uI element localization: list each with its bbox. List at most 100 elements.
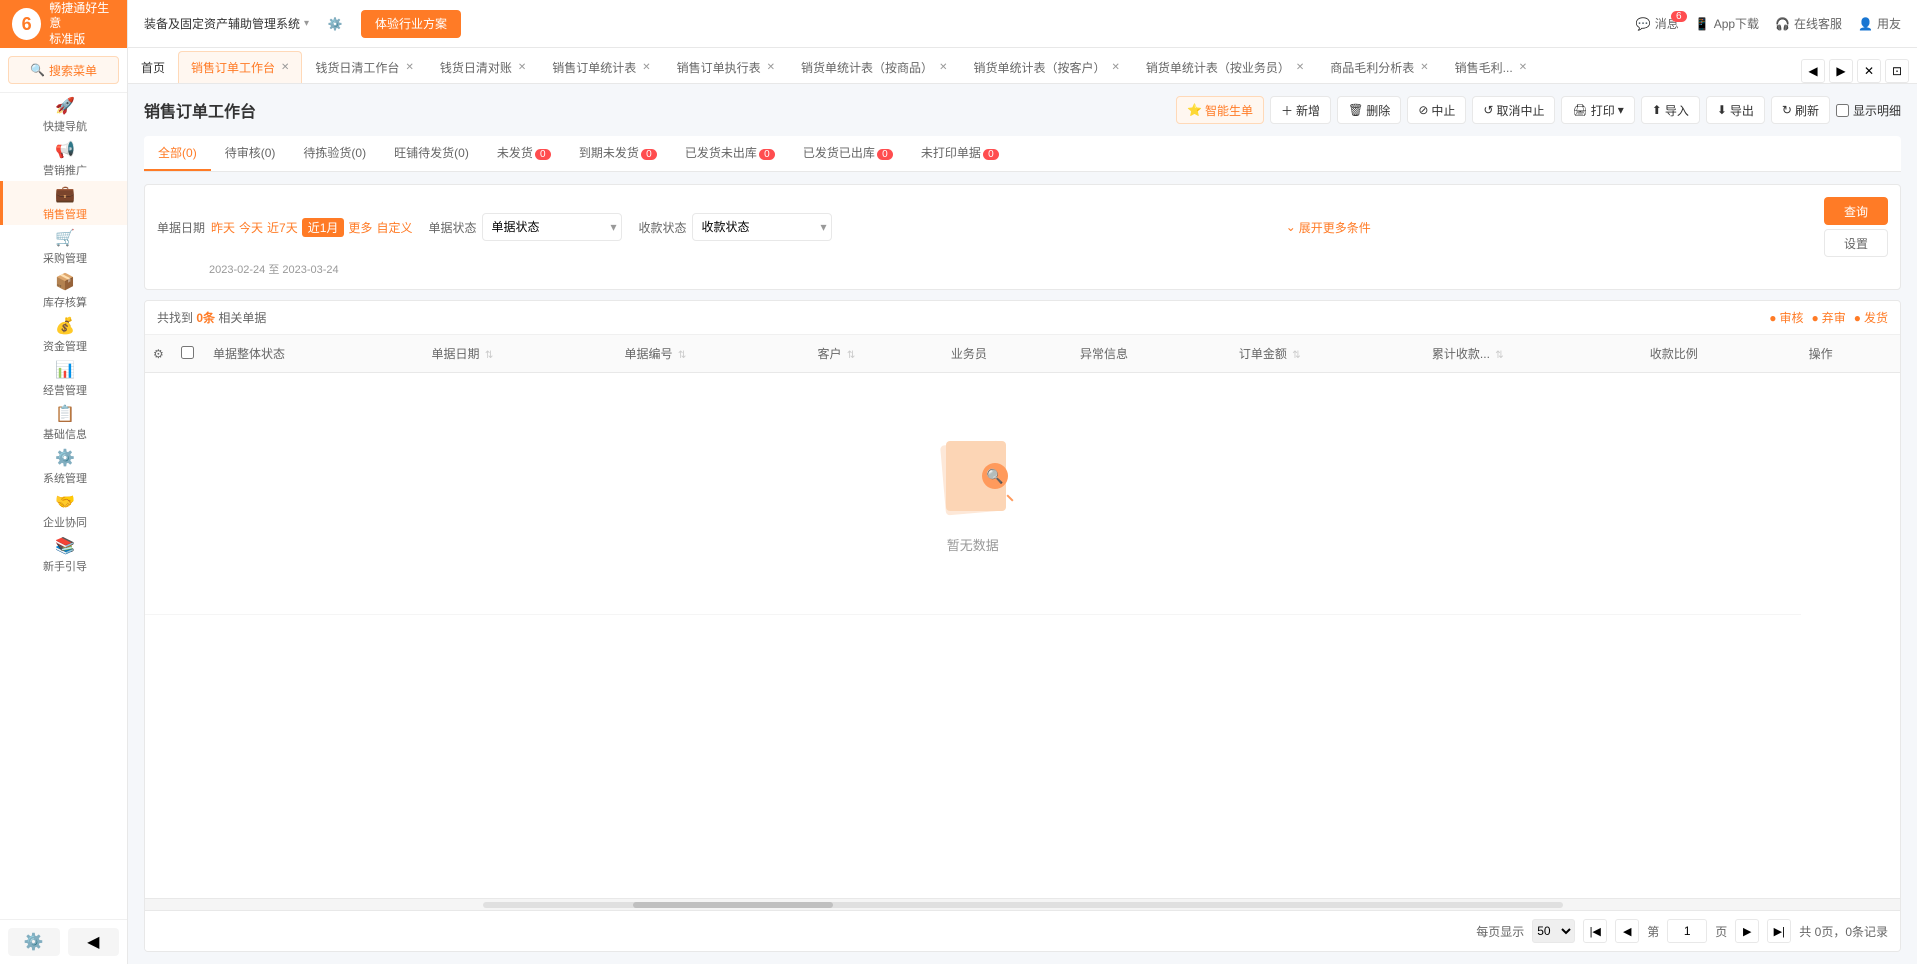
date-option-1month[interactable]: 近1月 <box>302 218 345 237</box>
col-status: 单据整体状态 <box>205 335 423 373</box>
tab-close-icon[interactable]: ✕ <box>281 62 289 73</box>
sales-icon: 💼 <box>55 184 75 204</box>
cancel-stop-button[interactable]: ↺ 取消中止 <box>1472 96 1555 124</box>
query-button[interactable]: 查询 <box>1824 197 1888 225</box>
delete-button[interactable]: 🗑 删除 <box>1337 96 1401 124</box>
tab-cash-reconcile[interactable]: 钱货日清对账 ✕ <box>427 51 539 83</box>
col-date[interactable]: 单据日期 ⇅ <box>423 335 616 373</box>
prev-page-button[interactable]: ◀ <box>1615 919 1639 943</box>
tab-close-icon[interactable]: ✕ <box>1111 62 1119 73</box>
sidebar-item-cooperation[interactable]: 🤝 企业协同 <box>0 489 127 533</box>
filter-tab-overdue-deliver[interactable]: 到期未发货0 <box>565 136 671 171</box>
filter-tab-wangpu-deliver[interactable]: 旺铺待发货(0) <box>380 136 483 171</box>
payment-select[interactable]: 收款状态 <box>692 213 832 241</box>
tab-product-margin[interactable]: 商品毛利分析表 ✕ <box>1317 51 1441 83</box>
page-header: 销售订单工作台 ⭐ 智能生单 ＋ 新增 🗑 删除 ⊘ <box>144 96 1901 124</box>
filter-tab-all[interactable]: 全部(0) <box>144 136 211 171</box>
tab-close-icon[interactable]: ✕ <box>1519 62 1527 73</box>
tab-close-icon[interactable]: ✕ <box>939 62 947 73</box>
tab-next-button[interactable]: ▶ <box>1829 59 1853 83</box>
print-button[interactable]: 🖨 打印 ▾ <box>1561 96 1634 124</box>
tab-close-all-button[interactable]: ✕ <box>1857 59 1881 83</box>
sidebar-item-basic-info[interactable]: 📋 基础信息 <box>0 401 127 445</box>
sidebar-item-inventory[interactable]: 📦 库存核算 <box>0 269 127 313</box>
tab-close-icon[interactable]: ✕ <box>405 62 413 73</box>
filter-tab-delivered-out[interactable]: 已发货已出库0 <box>789 136 907 171</box>
sidebar-item-sales[interactable]: 💼 销售管理 <box>0 181 127 225</box>
tab-maximize-button[interactable]: ⊡ <box>1885 59 1909 83</box>
col-settings[interactable]: ⚙ <box>145 335 173 373</box>
refresh-button[interactable]: ↻ 刷新 <box>1771 96 1830 124</box>
collapse-sidebar-button[interactable]: ◀ <box>68 928 120 956</box>
filter-tab-pending-inspect[interactable]: 待拣验货(0) <box>289 136 380 171</box>
solution-button[interactable]: 体验行业方案 <box>361 10 461 38</box>
per-page-select[interactable]: 50 10 20 100 <box>1532 919 1575 943</box>
sidebar-item-system[interactable]: ⚙️ 系统管理 <box>0 445 127 489</box>
first-page-button[interactable]: |◀ <box>1583 919 1607 943</box>
tab-sales-order-execute[interactable]: 销售订单执行表 ✕ <box>664 51 788 83</box>
sidebar-item-quick-nav[interactable]: 🚀 快捷导航 <box>0 93 127 137</box>
date-option-custom[interactable]: 自定义 <box>376 219 412 236</box>
filter-tab-not-printed[interactable]: 未打印单据0 <box>907 136 1013 171</box>
import-button[interactable]: ⬆ 导入 <box>1641 96 1700 124</box>
tab-sales-order-workbench[interactable]: 销售订单工作台 ✕ <box>178 51 302 83</box>
show-detail-checkbox[interactable] <box>1836 104 1849 117</box>
new-button[interactable]: ＋ 新增 <box>1270 96 1331 124</box>
col-number[interactable]: 单据编号 ⇅ <box>616 335 809 373</box>
topbar-settings-button[interactable]: ⚙️ <box>321 10 349 38</box>
app-download-action[interactable]: 📱 App下载 <box>1695 15 1759 32</box>
page-number-input[interactable] <box>1667 919 1707 943</box>
col-amount[interactable]: 订单金额 ⇅ <box>1231 335 1424 373</box>
tab-sales-stats-product[interactable]: 销货单统计表（按商品） ✕ <box>788 51 960 83</box>
stop-button[interactable]: ⊘ 中止 <box>1407 96 1466 124</box>
date-option-7days[interactable]: 近7天 <box>267 219 298 236</box>
tab-close-icon[interactable]: ✕ <box>518 62 526 73</box>
tab-home[interactable]: 首页 <box>128 51 178 83</box>
smart-create-button[interactable]: ⭐ 智能生单 <box>1176 96 1264 124</box>
setting-button[interactable]: 设置 <box>1824 229 1888 257</box>
col-customer[interactable]: 客户 ⇅ <box>809 335 942 373</box>
online-service-action[interactable]: 🎧 在线客服 <box>1775 15 1842 32</box>
message-action[interactable]: 💬 消息 6 <box>1636 15 1679 32</box>
last-page-button[interactable]: ▶| <box>1767 919 1791 943</box>
search-menu-button[interactable]: 🔍 搜索菜单 <box>8 56 119 84</box>
tab-close-icon[interactable]: ✕ <box>1296 62 1304 73</box>
tab-close-icon[interactable]: ✕ <box>1420 62 1428 73</box>
user-menu[interactable]: 👤 用友 <box>1858 15 1901 32</box>
filter-tab-delivered-not-out[interactable]: 已发货未出库0 <box>671 136 789 171</box>
tab-sales-stats-staff[interactable]: 销货单统计表（按业务员） ✕ <box>1133 51 1317 83</box>
sidebar-item-purchase[interactable]: 🛒 采购管理 <box>0 225 127 269</box>
date-option-more[interactable]: 更多 <box>348 219 372 236</box>
settings-bottom-button[interactable]: ⚙️ <box>8 928 60 956</box>
horizontal-scrollbar[interactable] <box>145 898 1900 910</box>
system-name-dropdown[interactable]: 装备及固定资产辅助管理系统 ▾ <box>144 15 309 32</box>
sidebar-item-operation[interactable]: 📊 经营管理 <box>0 357 127 401</box>
expand-conditions-button[interactable]: ⌄ 展开更多条件 <box>1286 219 1371 236</box>
sidebar-item-finance[interactable]: 💰 资金管理 <box>0 313 127 357</box>
col-payment[interactable]: 累计收款... ⇅ <box>1424 335 1642 373</box>
select-all-checkbox[interactable] <box>181 346 194 359</box>
tab-close-icon[interactable]: ✕ <box>642 62 650 73</box>
deliver-action-button[interactable]: ● 发货 <box>1854 309 1888 326</box>
sidebar-item-marketing[interactable]: 📢 营销推广 <box>0 137 127 181</box>
filter-tab-not-delivered[interactable]: 未发货0 <box>483 136 565 171</box>
cancel-audit-action-button[interactable]: ● 弃审 <box>1811 309 1845 326</box>
export-button[interactable]: ⬇ 导出 <box>1706 96 1765 124</box>
show-detail-label[interactable]: 显示明细 <box>1836 102 1901 119</box>
tab-close-icon[interactable]: ✕ <box>767 62 775 73</box>
col-staff[interactable]: 业务员 <box>943 335 1072 373</box>
date-option-yesterday[interactable]: 昨天 <box>211 219 235 236</box>
status-select[interactable]: 单据状态 <box>482 213 622 241</box>
tab-sales-order-stats[interactable]: 销售订单统计表 ✕ <box>539 51 663 83</box>
tab-prev-button[interactable]: ◀ <box>1801 59 1825 83</box>
sidebar-item-guide[interactable]: 📚 新手引导 <box>0 533 127 577</box>
tab-cash-daily[interactable]: 钱货日清工作台 ✕ <box>302 51 426 83</box>
next-page-button[interactable]: ▶ <box>1735 919 1759 943</box>
quick-nav-icon: 🚀 <box>55 96 75 116</box>
filter-tab-pending-review[interactable]: 待审核(0) <box>211 136 290 171</box>
col-checkbox[interactable] <box>173 335 205 373</box>
tab-sales-more[interactable]: 销售毛利... ✕ <box>1442 51 1540 83</box>
tab-sales-stats-customer[interactable]: 销货单统计表（按客户） ✕ <box>960 51 1132 83</box>
audit-action-button[interactable]: ● 审核 <box>1769 309 1803 326</box>
date-option-today[interactable]: 今天 <box>239 219 263 236</box>
